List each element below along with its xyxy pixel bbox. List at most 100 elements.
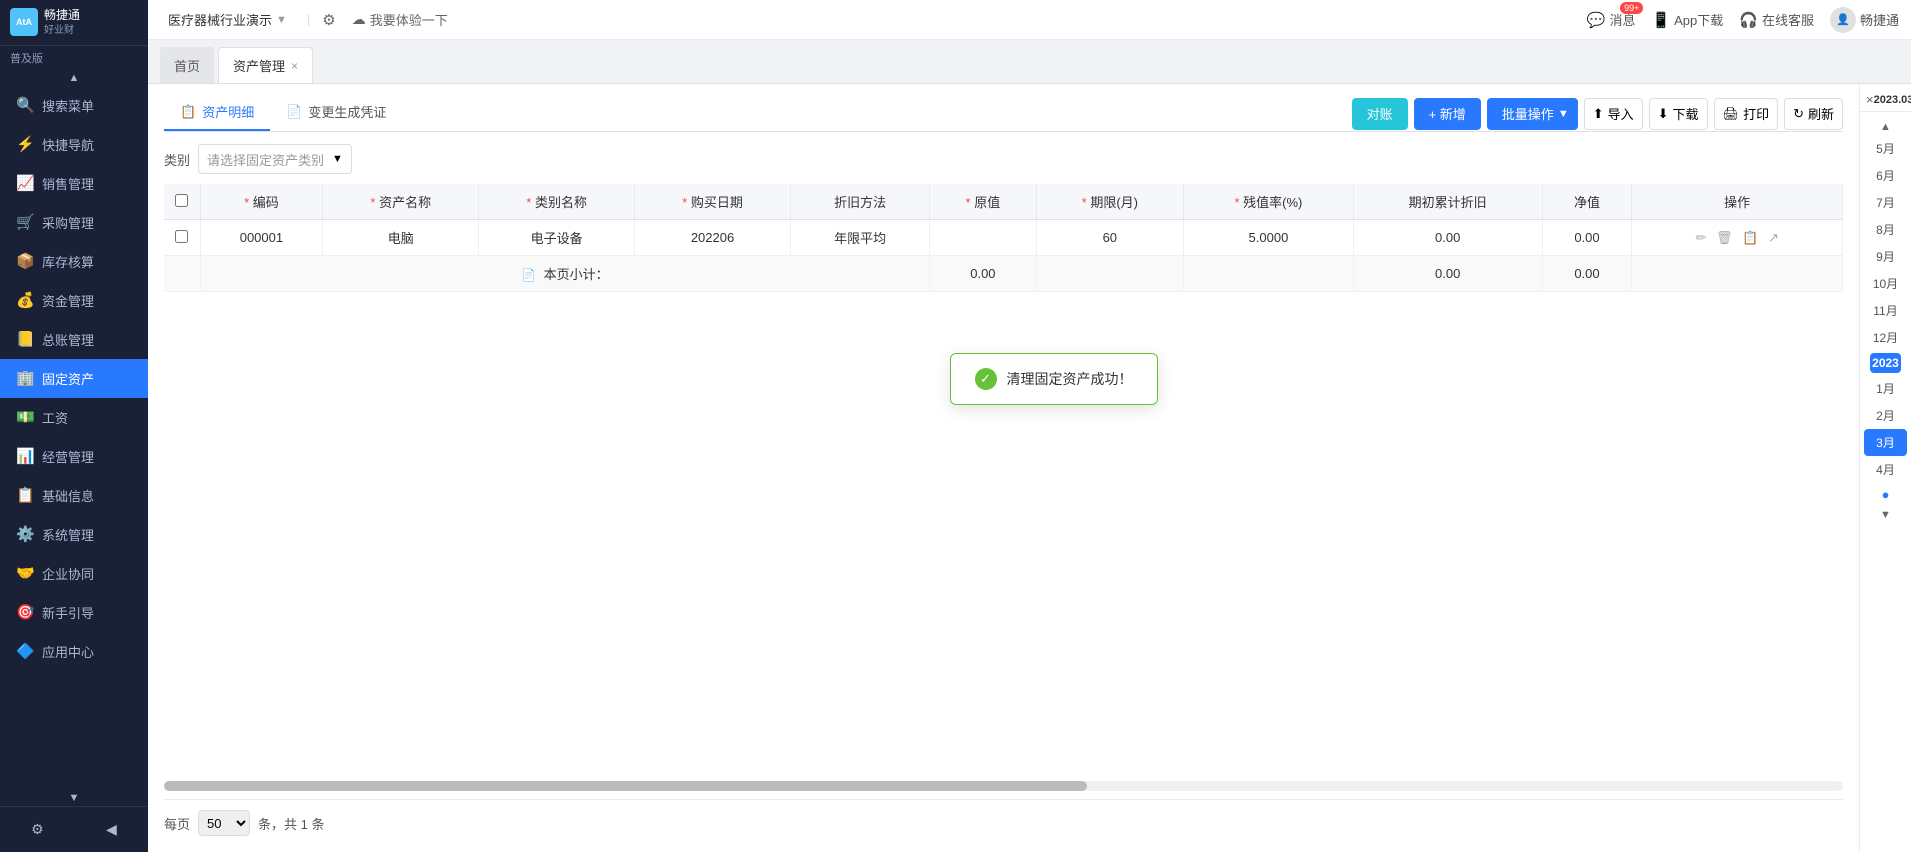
box-icon: 📦 xyxy=(16,252,34,270)
up-arrow-icon: ▲ xyxy=(1880,121,1891,133)
cloud-icon: ☁ xyxy=(352,11,366,28)
download-btn[interactable]: ⬇ 下载 xyxy=(1649,98,1708,130)
sidebar-item-operations[interactable]: 📊 经营管理 xyxy=(0,437,148,476)
header-category: * 类别名称 xyxy=(479,184,635,220)
dot-icon: ● xyxy=(1882,487,1890,502)
category-select[interactable]: 请选择固定资产类别 ▼ xyxy=(198,144,352,174)
company-name: 医疗器械行业演示 xyxy=(168,10,272,29)
message-btn[interactable]: 💬 消息 99+ xyxy=(1587,10,1636,29)
subtotal-row: 📄 本页小计： 0.00 0.00 0.00 xyxy=(164,256,1843,292)
sidebar-item-label: 采购管理 xyxy=(42,213,94,232)
sidebar-item-label: 快捷导航 xyxy=(42,135,94,154)
company-selector[interactable]: 医疗器械行业演示 ▼ xyxy=(160,6,295,33)
right-panel-month-4[interactable]: 4月 xyxy=(1860,456,1911,483)
new-btn[interactable]: + 新增 xyxy=(1414,98,1481,130)
cell-code: 000001 xyxy=(200,220,323,256)
sidebar-item-label: 应用中心 xyxy=(42,642,94,661)
experience-btn[interactable]: ☁ 我要体验一下 xyxy=(352,10,448,29)
sidebar-item-search[interactable]: 🔍 搜索菜单 xyxy=(0,86,148,125)
sidebar-scroll-down[interactable]: ▼ xyxy=(0,790,148,806)
toast-text: 清理固定资产成功！ xyxy=(1007,369,1133,389)
app-download-btn[interactable]: 📱 App下载 xyxy=(1651,10,1723,29)
sidebar-item-inventory[interactable]: 📦 库存核算 xyxy=(0,242,148,281)
more-action-icon[interactable]: ↗ xyxy=(1768,230,1779,245)
right-panel-month-8[interactable]: 8月 xyxy=(1860,216,1911,243)
right-panel-month-2[interactable]: 2月 xyxy=(1860,402,1911,429)
per-page-label: 每页 xyxy=(164,814,190,833)
sidebar-item-purchase[interactable]: 🛒 采购管理 xyxy=(0,203,148,242)
sidebar-item-salary[interactable]: 💵 工资 xyxy=(0,398,148,437)
header-purchase-date: * 购买日期 xyxy=(635,184,791,220)
header-name: * 资产名称 xyxy=(323,184,479,220)
sidebar-item-quick-nav[interactable]: ⚡ 快捷导航 xyxy=(0,125,148,164)
right-panel-dot-btn[interactable]: ● xyxy=(1882,485,1890,504)
sidebar-item-label: 企业协同 xyxy=(42,564,94,583)
app-logo-icon: AtA xyxy=(10,8,38,36)
right-panel-up-btn[interactable]: ▲ xyxy=(1880,116,1891,135)
sidebar-item-app-center[interactable]: 🔷 应用中心 xyxy=(0,632,148,671)
sidebar-scroll-up[interactable]: ▲ xyxy=(0,70,148,86)
sidebar-item-enterprise[interactable]: 🤝 企业协同 xyxy=(0,554,148,593)
batch-chevron-icon: ▼ xyxy=(1558,108,1569,120)
right-panel-year-marker[interactable]: 2023 xyxy=(1870,353,1901,373)
right-panel-month-5[interactable]: 5月 xyxy=(1860,135,1911,162)
settings-icon[interactable]: ⚙ xyxy=(322,11,335,29)
header-initial-accumulated: 期初累计折旧 xyxy=(1353,184,1542,220)
right-panel-month-9[interactable]: 9月 xyxy=(1860,243,1911,270)
right-panel-month-7[interactable]: 7月 xyxy=(1860,189,1911,216)
table-scrollbar[interactable] xyxy=(164,777,1843,791)
wage-icon: 💵 xyxy=(16,408,34,426)
toast-message: ✓ 清理固定资产成功！ xyxy=(950,353,1158,405)
sidebar-item-label: 固定资产 xyxy=(42,369,94,388)
app-sub-text: 好业财 xyxy=(44,24,80,37)
right-panel-month-12[interactable]: 12月 xyxy=(1860,324,1911,351)
target-icon: 🎯 xyxy=(16,603,34,621)
cell-purchase-date: 202206 xyxy=(635,220,791,256)
user-btn[interactable]: 👤 畅捷通 xyxy=(1830,7,1899,33)
right-panel-down-btn[interactable]: ▼ xyxy=(1880,504,1891,523)
sidebar-item-sales[interactable]: 📈 销售管理 xyxy=(0,164,148,203)
right-panel-close-icon[interactable]: × xyxy=(1866,92,1874,107)
topnav: 医疗器械行业演示 ▼ | ⚙ ☁ 我要体验一下 💬 消息 99+ 📱 App下载… xyxy=(148,0,1911,40)
sidebar-item-guide[interactable]: 🎯 新手引导 xyxy=(0,593,148,632)
subtabs: 📋 资产明细 📄 变更生成凭证 对账 + 新增 批量操作 xyxy=(164,96,1843,132)
select-all-checkbox[interactable] xyxy=(175,194,188,207)
sidebar-item-system[interactable]: ⚙️ 系统管理 xyxy=(0,515,148,554)
tab-home[interactable]: 首页 xyxy=(160,47,214,83)
page-size-select[interactable]: 50 10 20 100 xyxy=(198,810,250,836)
right-panel-month-3[interactable]: 3月 xyxy=(1864,429,1907,456)
cell-residual-rate: 5.0000 xyxy=(1184,220,1354,256)
right-panel-month-6[interactable]: 6月 xyxy=(1860,162,1911,189)
delete-action-icon[interactable]: 🗑 xyxy=(1716,230,1733,245)
sidebar-item-finance[interactable]: 💰 资金管理 xyxy=(0,281,148,320)
import-btn[interactable]: ⬆ 导入 xyxy=(1584,98,1643,130)
copy-action-icon[interactable]: 📋 xyxy=(1742,230,1758,245)
subtotal-label-cell: 📄 本页小计： xyxy=(200,256,930,292)
import-icon: ⬆ xyxy=(1593,106,1604,122)
sidebar-item-basic-info[interactable]: 📋 基础信息 xyxy=(0,476,148,515)
edit-action-icon[interactable]: ✏ xyxy=(1695,230,1706,245)
right-panel-header: × 2023.03 ⤢ xyxy=(1860,88,1911,112)
right-panel-month-10[interactable]: 10月 xyxy=(1860,270,1911,297)
right-panel-month-1[interactable]: 1月 xyxy=(1860,375,1911,402)
tab-close-icon[interactable]: × xyxy=(291,59,298,73)
subtab-asset-detail[interactable]: 📋 资产明细 xyxy=(164,96,270,131)
collapse-footer-btn[interactable]: ◀ xyxy=(96,815,127,844)
account-btn[interactable]: 对账 xyxy=(1352,98,1408,130)
download-icon: 📱 xyxy=(1651,11,1670,29)
row-checkbox[interactable] xyxy=(175,230,188,243)
refresh-icon: ↻ xyxy=(1793,106,1804,122)
online-service-btn[interactable]: 🎧 在线客服 xyxy=(1739,10,1814,29)
header-depreciation-method: 折旧方法 xyxy=(790,184,929,220)
right-panel-month-11[interactable]: 11月 xyxy=(1860,297,1911,324)
batch-btn[interactable]: 批量操作 ▼ xyxy=(1487,98,1578,130)
settings-footer-btn[interactable]: ⚙ xyxy=(21,815,54,844)
print-btn[interactable]: 🖨 打印 xyxy=(1714,98,1779,130)
tab-asset-management[interactable]: 资产管理 × xyxy=(218,47,313,83)
subtab-voucher[interactable]: 📄 变更生成凭证 xyxy=(270,96,402,131)
sidebar-item-label: 总账管理 xyxy=(42,330,94,349)
refresh-btn[interactable]: ↻ 刷新 xyxy=(1784,98,1843,130)
sidebar-item-ledger[interactable]: 📒 总账管理 xyxy=(0,320,148,359)
sidebar-item-fixed-assets[interactable]: 🏢 固定资产 xyxy=(0,359,148,398)
topnav-right: 💬 消息 99+ 📱 App下载 🎧 在线客服 👤 畅捷通 xyxy=(1587,7,1899,33)
